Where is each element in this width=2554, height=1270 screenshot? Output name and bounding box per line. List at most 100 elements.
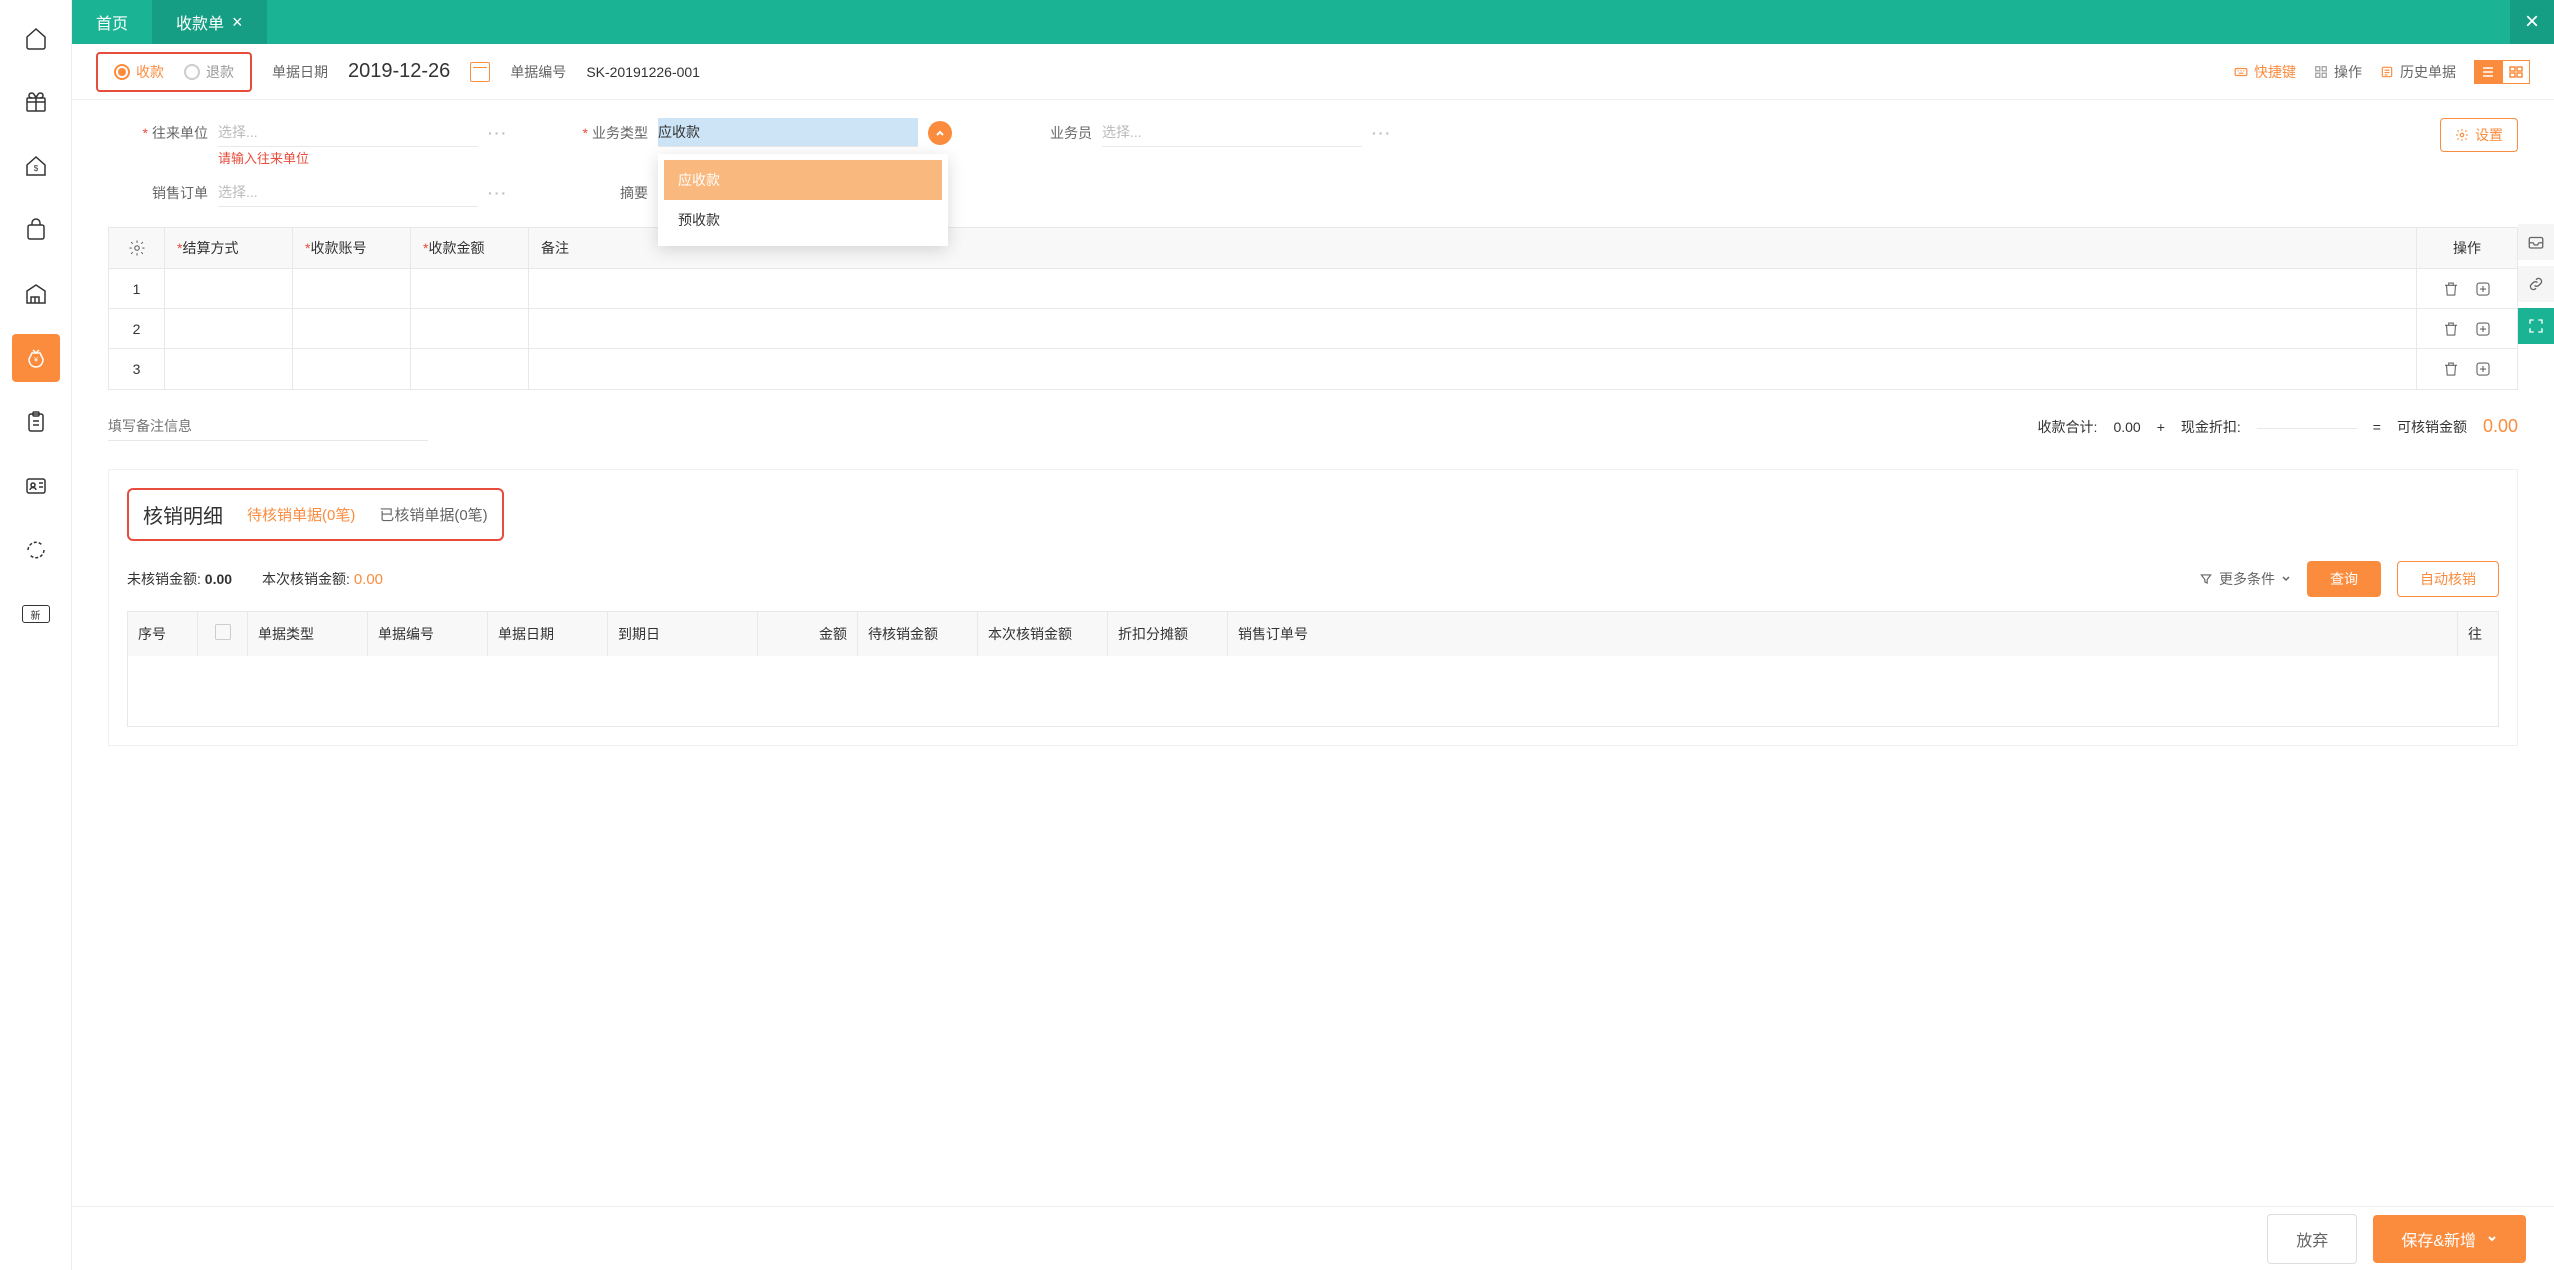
cell-account[interactable] bbox=[293, 309, 411, 348]
radio-receive[interactable]: 收款 bbox=[114, 62, 164, 82]
biz-type-input[interactable] bbox=[658, 118, 918, 147]
rt-expand[interactable] bbox=[2518, 308, 2554, 344]
this-time-value: 0.00 bbox=[354, 571, 383, 588]
view-toggle bbox=[2474, 60, 2530, 84]
vt-col-seq: 序号 bbox=[128, 612, 198, 656]
chevron-up-icon[interactable] bbox=[928, 121, 952, 145]
sidebar-warehouse[interactable] bbox=[12, 270, 60, 318]
svg-text:$: $ bbox=[33, 164, 38, 173]
operation-button[interactable]: 操作 bbox=[2314, 62, 2362, 82]
cell-account[interactable] bbox=[293, 269, 411, 308]
more-conditions-button[interactable]: 更多条件 bbox=[2199, 569, 2291, 589]
cell-amount[interactable] bbox=[411, 349, 529, 389]
inbox-icon bbox=[2527, 233, 2545, 251]
table-row: 2 bbox=[109, 309, 2517, 349]
salesperson-more-icon[interactable]: ··· bbox=[1372, 125, 1392, 141]
add-icon[interactable] bbox=[2474, 320, 2492, 338]
cell-note[interactable] bbox=[529, 269, 2417, 308]
verify-tab-done[interactable]: 已核销单据(0笔) bbox=[379, 504, 487, 525]
sales-order-more-icon[interactable]: ··· bbox=[488, 185, 508, 201]
query-button[interactable]: 查询 bbox=[2307, 561, 2381, 597]
calendar-icon[interactable] bbox=[470, 62, 490, 82]
tab-receipt[interactable]: 收款单 × bbox=[152, 0, 267, 44]
col-gear[interactable] bbox=[109, 228, 165, 268]
radio-refund[interactable]: 退款 bbox=[184, 62, 234, 82]
cell-settle[interactable] bbox=[165, 309, 293, 348]
writable-label: 可核销金额 bbox=[2397, 417, 2467, 437]
cell-amount[interactable] bbox=[411, 269, 529, 308]
delete-icon[interactable] bbox=[2442, 280, 2460, 298]
sidebar-new[interactable]: 新 bbox=[12, 590, 60, 638]
discard-button[interactable]: 放弃 bbox=[2267, 1214, 2357, 1264]
clipboard-icon bbox=[24, 410, 48, 434]
doc-no-label: 单据编号 bbox=[510, 62, 566, 82]
cell-note[interactable] bbox=[529, 309, 2417, 348]
history-button[interactable]: 历史单据 bbox=[2380, 62, 2456, 82]
home-icon bbox=[24, 26, 48, 50]
sidebar-contact[interactable] bbox=[12, 462, 60, 510]
auto-verify-button[interactable]: 自动核销 bbox=[2397, 561, 2499, 597]
cell-note[interactable] bbox=[529, 349, 2417, 389]
writable-value: 0.00 bbox=[2483, 416, 2518, 437]
vt-col-doc-type: 单据类型 bbox=[248, 612, 368, 656]
toolbar: 收款 退款 单据日期 2019-12-26 单据编号 SK-20191226-0… bbox=[72, 44, 2554, 100]
verify-header: 核销明细 待核销单据(0笔) 已核销单据(0笔) bbox=[127, 488, 504, 541]
delete-icon[interactable] bbox=[2442, 360, 2460, 378]
verify-section: 核销明细 待核销单据(0笔) 已核销单据(0笔) 未核销金额: 0.00 本次核… bbox=[108, 469, 2518, 746]
dropdown-option-receivable[interactable]: 应收款 bbox=[664, 160, 942, 200]
close-panel-button[interactable]: × bbox=[2510, 0, 2554, 44]
gift-icon bbox=[24, 90, 48, 114]
summary-row: 收款合计: 0.00 + 现金折扣: = 可核销金额 0.00 bbox=[108, 404, 2518, 449]
cell-account[interactable] bbox=[293, 349, 411, 389]
view-card-button[interactable] bbox=[2502, 60, 2530, 84]
col-settle: *结算方式 bbox=[165, 228, 293, 268]
cell-amount[interactable] bbox=[411, 309, 529, 348]
sidebar-bag[interactable] bbox=[12, 206, 60, 254]
sidebar-home[interactable] bbox=[12, 14, 60, 62]
date-value[interactable]: 2019-12-26 bbox=[348, 60, 450, 83]
verify-tab-pending[interactable]: 待核销单据(0笔) bbox=[247, 504, 355, 525]
add-icon[interactable] bbox=[2474, 360, 2492, 378]
delete-icon[interactable] bbox=[2442, 320, 2460, 338]
sales-order-input[interactable] bbox=[218, 178, 478, 207]
radio-icon bbox=[184, 64, 200, 80]
sidebar-sync[interactable] bbox=[12, 526, 60, 574]
add-icon[interactable] bbox=[2474, 280, 2492, 298]
memo-input[interactable] bbox=[108, 412, 428, 441]
right-tools bbox=[2518, 224, 2554, 344]
col-account: *收款账号 bbox=[293, 228, 411, 268]
vt-col-check[interactable] bbox=[198, 612, 248, 656]
new-badge-icon: 新 bbox=[22, 605, 50, 623]
svg-text:¥: ¥ bbox=[34, 357, 38, 364]
settings-button[interactable]: 设置 bbox=[2440, 118, 2518, 152]
view-list-button[interactable] bbox=[2474, 60, 2502, 84]
sidebar-price-house[interactable]: $ bbox=[12, 142, 60, 190]
cell-settle[interactable] bbox=[165, 349, 293, 389]
vt-col-partner: 往 bbox=[2458, 612, 2498, 656]
discount-input[interactable] bbox=[2257, 424, 2357, 429]
save-new-button[interactable]: 保存&新增 bbox=[2373, 1215, 2526, 1263]
discount-label: 现金折扣: bbox=[2181, 417, 2241, 437]
tab-home[interactable]: 首页 bbox=[72, 0, 152, 44]
vt-col-discount-share: 折扣分摊额 bbox=[1108, 612, 1228, 656]
salesperson-input[interactable] bbox=[1102, 118, 1362, 147]
rt-link[interactable] bbox=[2518, 266, 2554, 302]
table-row: 3 bbox=[109, 349, 2517, 389]
contact-icon bbox=[24, 474, 48, 498]
dropdown-option-prepay[interactable]: 预收款 bbox=[664, 200, 942, 240]
rt-inbox[interactable] bbox=[2518, 224, 2554, 260]
vt-col-due-date: 到期日 bbox=[608, 612, 758, 656]
sidebar-gift[interactable] bbox=[12, 78, 60, 126]
partner-more-icon[interactable]: ··· bbox=[488, 125, 508, 141]
sidebar: $ ¥ 新 bbox=[0, 0, 72, 1270]
this-time-label: 本次核销金额: bbox=[262, 571, 350, 587]
sidebar-clipboard[interactable] bbox=[12, 398, 60, 446]
sidebar-money[interactable]: ¥ bbox=[12, 334, 60, 382]
cell-settle[interactable] bbox=[165, 269, 293, 308]
partner-input[interactable] bbox=[218, 118, 478, 147]
shortcut-button[interactable]: 快捷键 bbox=[2234, 62, 2296, 82]
grid-icon bbox=[2314, 65, 2328, 79]
row-index: 2 bbox=[109, 309, 165, 348]
close-icon[interactable]: × bbox=[232, 13, 243, 31]
date-label: 单据日期 bbox=[272, 62, 328, 82]
